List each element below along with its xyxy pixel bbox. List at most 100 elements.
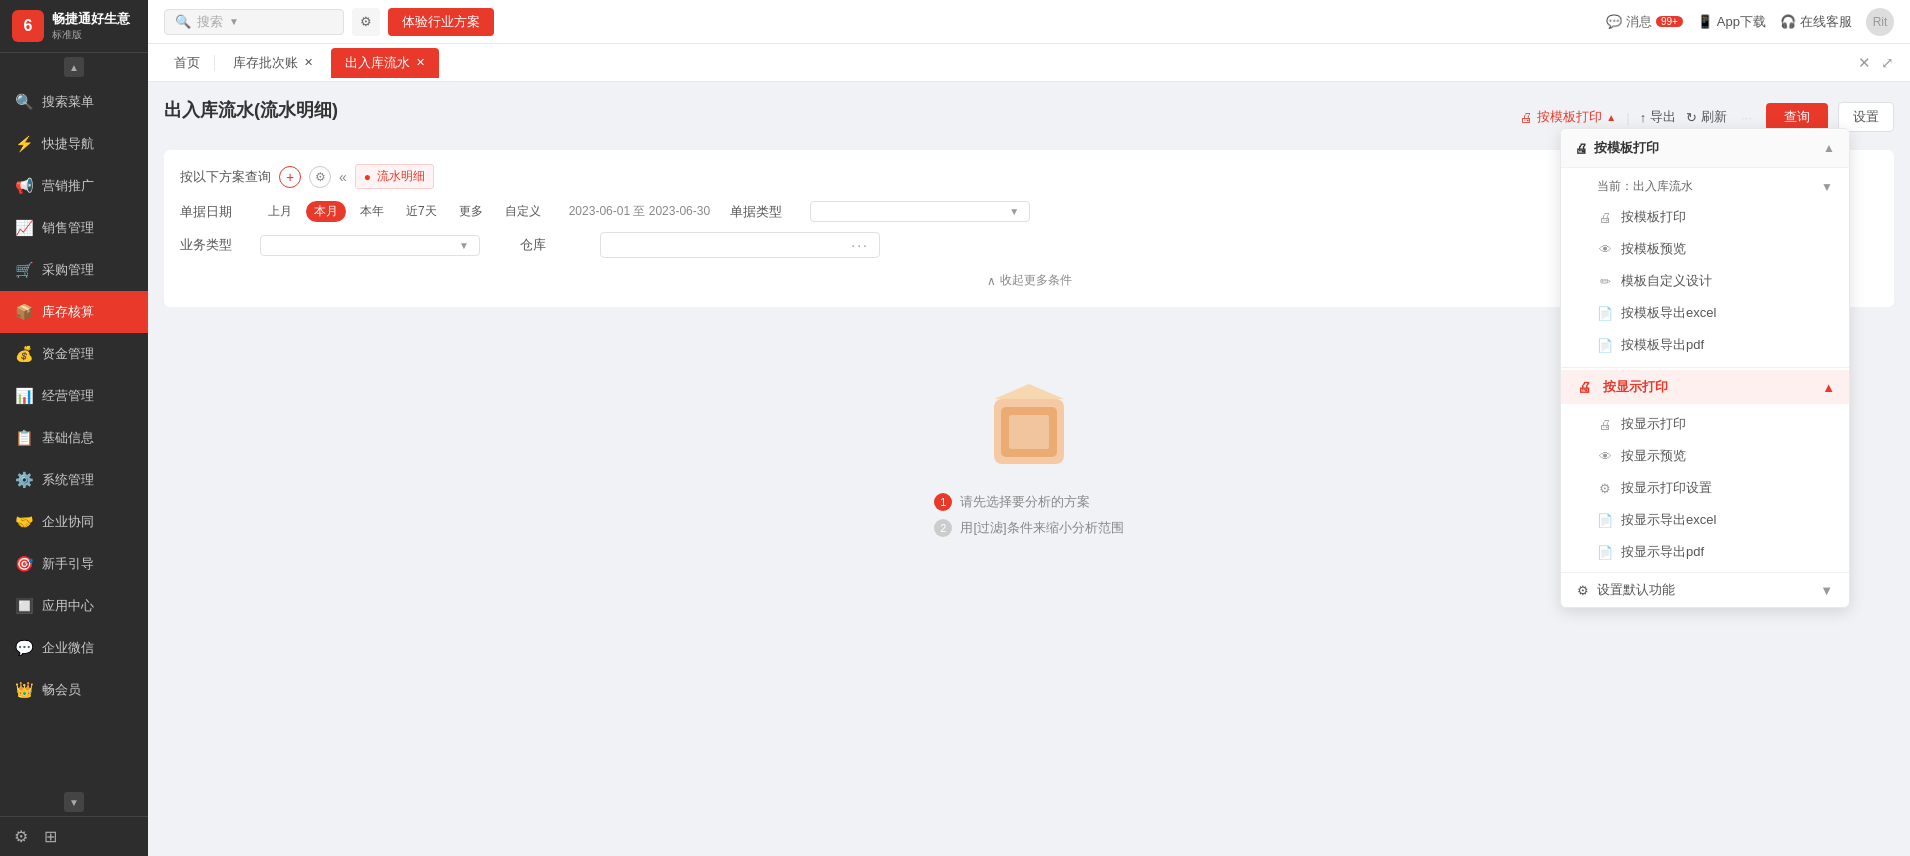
filter-settings-button[interactable]: ⚙ <box>309 166 331 188</box>
logo-text: 畅捷通好生意 标准版 <box>52 11 130 41</box>
date-opt-custom[interactable]: 自定义 <box>497 201 549 222</box>
sidebar-item-basic[interactable]: 📋 基础信息 <box>0 417 148 459</box>
settings-button[interactable]: ⚙ <box>352 8 380 36</box>
megaphone-icon: 📢 <box>14 176 34 196</box>
clipboard-icon: 📋 <box>14 428 34 448</box>
voucher-type-select[interactable]: ▼ <box>810 201 1030 222</box>
dp-display-export-pdf[interactable]: 📄 按显示导出pdf <box>1561 536 1849 568</box>
close-window-icon[interactable]: ✕ <box>1858 54 1871 72</box>
date-opt-7days[interactable]: 近7天 <box>398 201 445 222</box>
dropdown-collapse-icon[interactable]: ▲ <box>1823 141 1835 155</box>
dp-display-preview[interactable]: 👁 按显示预览 <box>1561 440 1849 472</box>
tab-inventory-batch[interactable]: 库存批次账 ✕ <box>219 48 327 78</box>
dp-template-export-excel[interactable]: 📄 按模板导出excel <box>1561 297 1849 329</box>
date-opt-this-month[interactable]: 本月 <box>306 201 346 222</box>
sidebar-item-finance[interactable]: 💰 资金管理 <box>0 333 148 375</box>
dp-template-print[interactable]: 🖨 按模板打印 <box>1561 201 1849 233</box>
date-opt-this-year[interactable]: 本年 <box>352 201 392 222</box>
template-print-button[interactable]: 🖨 按模板打印 ▲ <box>1520 108 1616 126</box>
dp-item-label: 按模板导出excel <box>1621 304 1716 322</box>
export-button[interactable]: ↑ 导出 <box>1640 108 1677 126</box>
step-2-text: 用[过滤]条件来缩小分析范围 <box>960 515 1123 541</box>
online-service-link[interactable]: 🎧 在线客服 <box>1780 13 1852 31</box>
dropdown-footer[interactable]: ⚙ 设置默认功能 ▼ <box>1561 572 1849 607</box>
fold-icon[interactable]: ⊞ <box>44 827 57 846</box>
cart-icon: 🛒 <box>14 260 34 280</box>
dp-display-section-header[interactable]: 🖨 按显示打印 ▲ <box>1561 370 1849 404</box>
date-opt-last-month[interactable]: 上月 <box>260 201 300 222</box>
dp-display-export-excel[interactable]: 📄 按显示导出excel <box>1561 504 1849 536</box>
dp-display-print-settings[interactable]: ⚙ 按显示打印设置 <box>1561 472 1849 504</box>
sidebar-item-label: 营销推广 <box>42 177 94 195</box>
dp-template-section: 当前：出入库流水 ▼ 🖨 按模板打印 👁 按模板预览 ✏ 模板自定义设计 📄 按… <box>1561 168 1849 365</box>
filter-collapse-icon[interactable]: « <box>339 169 347 185</box>
sidebar-item-collab[interactable]: 🤝 企业协同 <box>0 501 148 543</box>
industry-solution-button[interactable]: 体验行业方案 <box>388 8 494 36</box>
apps-icon: 🔲 <box>14 596 34 616</box>
dp-template-custom[interactable]: ✏ 模板自定义设计 <box>1561 265 1849 297</box>
settings-icon[interactable]: ⚙ <box>14 827 28 846</box>
collapse-button[interactable]: ∧ 收起更多条件 <box>987 272 1072 289</box>
maximize-window-icon[interactable]: ⤢ <box>1881 54 1894 72</box>
tab-close-icon[interactable]: ✕ <box>416 56 425 69</box>
print-icon3: 🖨 <box>1597 210 1613 225</box>
filter-add-button[interactable]: + <box>279 166 301 188</box>
filter-chip[interactable]: ● 流水明细 <box>355 164 434 189</box>
sidebar-item-marketing[interactable]: 📢 营销推广 <box>0 165 148 207</box>
date-opt-more[interactable]: 更多 <box>451 201 491 222</box>
sidebar-item-system[interactable]: ⚙️ 系统管理 <box>0 459 148 501</box>
sidebar-item-sales[interactable]: 📈 销售管理 <box>0 207 148 249</box>
app-name: 畅捷通好生意 <box>52 11 130 28</box>
print-icon5: 🖨 <box>1597 417 1613 432</box>
query-button[interactable]: 查询 <box>1766 103 1828 131</box>
tab-home[interactable]: 首页 <box>164 48 210 78</box>
sidebar-scroll-top[interactable]: ▲ <box>0 53 148 81</box>
dp-template-preview[interactable]: 👁 按模板预览 <box>1561 233 1849 265</box>
topbar-right: 💬 消息 99+ 📱 App下载 🎧 在线客服 Rit <box>1606 8 1894 36</box>
refresh-button[interactable]: ↻ 刷新 <box>1686 108 1727 126</box>
sidebar-item-quicknav[interactable]: ⚡ 快捷导航 <box>0 123 148 165</box>
svg-marker-3 <box>994 384 1064 399</box>
scroll-down-btn[interactable]: ▼ <box>64 792 84 812</box>
sidebar-item-wechat[interactable]: 💬 企业微信 <box>0 627 148 669</box>
toolbar-separator: | <box>1626 110 1629 125</box>
tab-inventory-flow[interactable]: 出入库流水 ✕ <box>331 48 439 78</box>
warehouse-input[interactable]: ··· <box>600 232 880 258</box>
sidebar-item-label: 经营管理 <box>42 387 94 405</box>
search-icon: 🔍 <box>175 14 191 29</box>
sidebar-item-purchase[interactable]: 🛒 采购管理 <box>0 249 148 291</box>
dp-display-print[interactable]: 🖨 按显示打印 <box>1561 408 1849 440</box>
app-download-link[interactable]: 📱 App下载 <box>1697 13 1766 31</box>
scroll-up-btn[interactable]: ▲ <box>64 57 84 77</box>
more-dots-icon[interactable]: ··· <box>851 237 869 253</box>
sidebar-item-operations[interactable]: 📊 经营管理 <box>0 375 148 417</box>
search-bar[interactable]: 🔍 搜索 ▼ <box>164 9 344 35</box>
chip-label: 流水明细 <box>377 168 425 185</box>
pdf-icon: 📄 <box>1597 338 1613 353</box>
sidebar-item-search[interactable]: 🔍 搜索菜单 <box>0 81 148 123</box>
message-area[interactable]: 💬 消息 99+ <box>1606 13 1683 31</box>
sidebar-scroll-bottom[interactable]: ▼ <box>0 788 148 816</box>
date-options: 上月 本月 本年 近7天 更多 自定义 <box>260 201 549 222</box>
sidebar-item-apps[interactable]: 🔲 应用中心 <box>0 585 148 627</box>
chip-dot-icon: ● <box>364 170 371 184</box>
dp-display-section: 🖨 按显示打印 👁 按显示预览 ⚙ 按显示打印设置 📄 按显示导出excel 📄… <box>1561 404 1849 572</box>
tab-close-icon[interactable]: ✕ <box>304 56 313 69</box>
sidebar-item-inventory[interactable]: 📦 库存核算 <box>0 291 148 333</box>
preview-icon: 👁 <box>1597 242 1613 257</box>
chart-icon: 📈 <box>14 218 34 238</box>
sidebar-item-guide[interactable]: 🎯 新手引导 <box>0 543 148 585</box>
excel-icon: 📄 <box>1597 306 1613 321</box>
dropdown-title-text: 按模板打印 <box>1594 139 1659 157</box>
sidebar-item-member[interactable]: 👑 畅会员 <box>0 669 148 711</box>
print-icon2: 🖨 <box>1575 141 1588 156</box>
sidebar-item-label: 销售管理 <box>42 219 94 237</box>
settings-icon2: ⚙ <box>1597 481 1613 496</box>
app-download-label: App下载 <box>1717 13 1766 31</box>
dp-item-label: 按显示导出pdf <box>1621 543 1704 561</box>
user-avatar[interactable]: Rit <box>1866 8 1894 36</box>
sidebar-footer: ⚙ ⊞ <box>0 816 148 856</box>
dp-template-export-pdf[interactable]: 📄 按模板导出pdf <box>1561 329 1849 361</box>
biz-type-select[interactable]: ▼ <box>260 235 480 256</box>
logo-icon: 6 <box>12 10 44 42</box>
